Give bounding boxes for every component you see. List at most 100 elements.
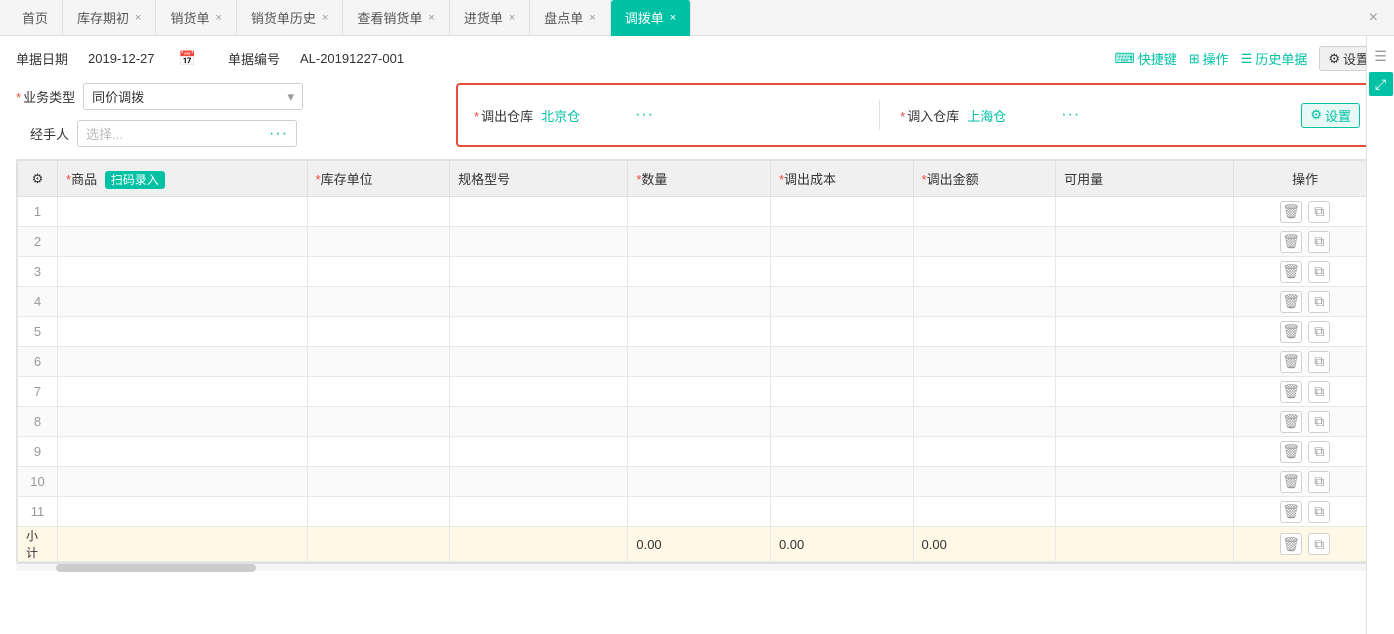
unit-cell[interactable]: [307, 317, 450, 347]
qty-cell[interactable]: [628, 197, 771, 227]
product-cell[interactable]: [58, 227, 308, 257]
tab-inventory-check[interactable]: 盘点单 ×: [530, 0, 610, 36]
calendar-icon[interactable]: 📅: [179, 50, 196, 67]
product-cell[interactable]: [58, 407, 308, 437]
spec-cell[interactable]: [450, 467, 628, 497]
sidebar-expand-icon[interactable]: ⤢: [1369, 72, 1393, 96]
product-cell[interactable]: [58, 287, 308, 317]
amount-cell[interactable]: [913, 467, 1056, 497]
amount-cell[interactable]: [913, 317, 1056, 347]
spec-cell[interactable]: [450, 497, 628, 527]
spec-cell[interactable]: [450, 347, 628, 377]
close-tab-transfer-order[interactable]: ×: [670, 12, 676, 24]
unit-cell[interactable]: [307, 467, 450, 497]
delete-row-btn[interactable]: 🗑: [1280, 321, 1302, 343]
product-cell[interactable]: [58, 467, 308, 497]
scan-input-btn[interactable]: 扫码录入: [105, 171, 165, 189]
warehouse-settings-button[interactable]: ⚙ 设置: [1301, 103, 1360, 128]
available-cell[interactable]: [1056, 227, 1234, 257]
copy-row-btn[interactable]: ⧉: [1308, 471, 1330, 493]
available-cell[interactable]: [1056, 377, 1234, 407]
tab-purchase-order[interactable]: 进货单 ×: [450, 0, 530, 36]
qty-cell[interactable]: [628, 257, 771, 287]
copy-row-btn[interactable]: ⧉: [1308, 501, 1330, 523]
delete-row-btn[interactable]: 🗑: [1280, 501, 1302, 523]
spec-cell[interactable]: [450, 287, 628, 317]
delete-row-btn[interactable]: 🗑: [1280, 231, 1302, 253]
subtotal-delete-btn[interactable]: 🗑: [1280, 533, 1302, 555]
available-cell[interactable]: [1056, 437, 1234, 467]
spec-cell[interactable]: [450, 197, 628, 227]
amount-cell[interactable]: [913, 257, 1056, 287]
close-tab-inventory-check[interactable]: ×: [589, 12, 595, 24]
tab-inventory-init[interactable]: 库存期初 ×: [63, 0, 156, 36]
close-tab-purchase-order[interactable]: ×: [509, 12, 515, 24]
available-cell[interactable]: [1056, 257, 1234, 287]
tab-home[interactable]: 首页: [8, 0, 63, 36]
qty-cell[interactable]: [628, 227, 771, 257]
amount-cell[interactable]: [913, 377, 1056, 407]
scroll-thumb[interactable]: [56, 564, 256, 572]
copy-row-btn[interactable]: ⧉: [1308, 381, 1330, 403]
available-cell[interactable]: [1056, 287, 1234, 317]
product-cell[interactable]: [58, 347, 308, 377]
copy-row-btn[interactable]: ⧉: [1308, 321, 1330, 343]
spec-cell[interactable]: [450, 407, 628, 437]
qty-cell[interactable]: [628, 407, 771, 437]
business-type-select[interactable]: 同价调拨 ▾: [83, 83, 303, 110]
cost-cell[interactable]: [770, 497, 913, 527]
product-cell[interactable]: [58, 437, 308, 467]
unit-cell[interactable]: [307, 197, 450, 227]
cost-cell[interactable]: [770, 347, 913, 377]
qty-cell[interactable]: [628, 467, 771, 497]
unit-cell[interactable]: [307, 377, 450, 407]
transfer-in-more-btn[interactable]: ···: [1061, 106, 1080, 124]
available-cell[interactable]: [1056, 467, 1234, 497]
sidebar-list-icon[interactable]: ☰: [1369, 44, 1393, 68]
delete-row-btn[interactable]: 🗑: [1280, 201, 1302, 223]
unit-cell[interactable]: [307, 437, 450, 467]
copy-row-btn[interactable]: ⧉: [1308, 351, 1330, 373]
qty-cell[interactable]: [628, 377, 771, 407]
spec-cell[interactable]: [450, 317, 628, 347]
qty-cell[interactable]: [628, 437, 771, 467]
close-tab-inventory-init[interactable]: ×: [135, 12, 141, 24]
cost-cell[interactable]: [770, 407, 913, 437]
product-cell[interactable]: [58, 197, 308, 227]
available-cell[interactable]: [1056, 347, 1234, 377]
transfer-out-more-btn[interactable]: ···: [635, 106, 654, 124]
copy-row-btn[interactable]: ⧉: [1308, 261, 1330, 283]
spec-cell[interactable]: [450, 257, 628, 287]
delete-row-btn[interactable]: 🗑: [1280, 381, 1302, 403]
delete-row-btn[interactable]: 🗑: [1280, 411, 1302, 433]
handler-select[interactable]: 选择... ···: [77, 120, 297, 147]
unit-cell[interactable]: [307, 227, 450, 257]
product-cell[interactable]: [58, 497, 308, 527]
qty-cell[interactable]: [628, 497, 771, 527]
tab-view-sales[interactable]: 查看销货单 ×: [343, 0, 449, 36]
spec-cell[interactable]: [450, 437, 628, 467]
subtotal-copy-btn[interactable]: ⧉: [1308, 533, 1330, 555]
cost-cell[interactable]: [770, 467, 913, 497]
available-cell[interactable]: [1056, 317, 1234, 347]
cost-cell[interactable]: [770, 227, 913, 257]
delete-row-btn[interactable]: 🗑: [1280, 261, 1302, 283]
qty-cell[interactable]: [628, 287, 771, 317]
col-settings[interactable]: ⚙: [18, 161, 58, 197]
delete-row-btn[interactable]: 🗑: [1280, 441, 1302, 463]
cost-cell[interactable]: [770, 287, 913, 317]
available-cell[interactable]: [1056, 497, 1234, 527]
shortcut-link[interactable]: ⌨ 快捷键: [1115, 49, 1177, 68]
spec-cell[interactable]: [450, 377, 628, 407]
history-link[interactable]: ☰ 历史单据: [1241, 49, 1308, 68]
tab-sales-history[interactable]: 销货单历史 ×: [237, 0, 343, 36]
copy-row-btn[interactable]: ⧉: [1308, 231, 1330, 253]
copy-row-btn[interactable]: ⧉: [1308, 411, 1330, 433]
qty-cell[interactable]: [628, 347, 771, 377]
delete-row-btn[interactable]: 🗑: [1280, 351, 1302, 373]
amount-cell[interactable]: [913, 347, 1056, 377]
tab-transfer-order[interactable]: 调拨单 ×: [611, 0, 691, 36]
product-cell[interactable]: [58, 377, 308, 407]
close-all-tabs[interactable]: ×: [1361, 9, 1386, 27]
available-cell[interactable]: [1056, 407, 1234, 437]
